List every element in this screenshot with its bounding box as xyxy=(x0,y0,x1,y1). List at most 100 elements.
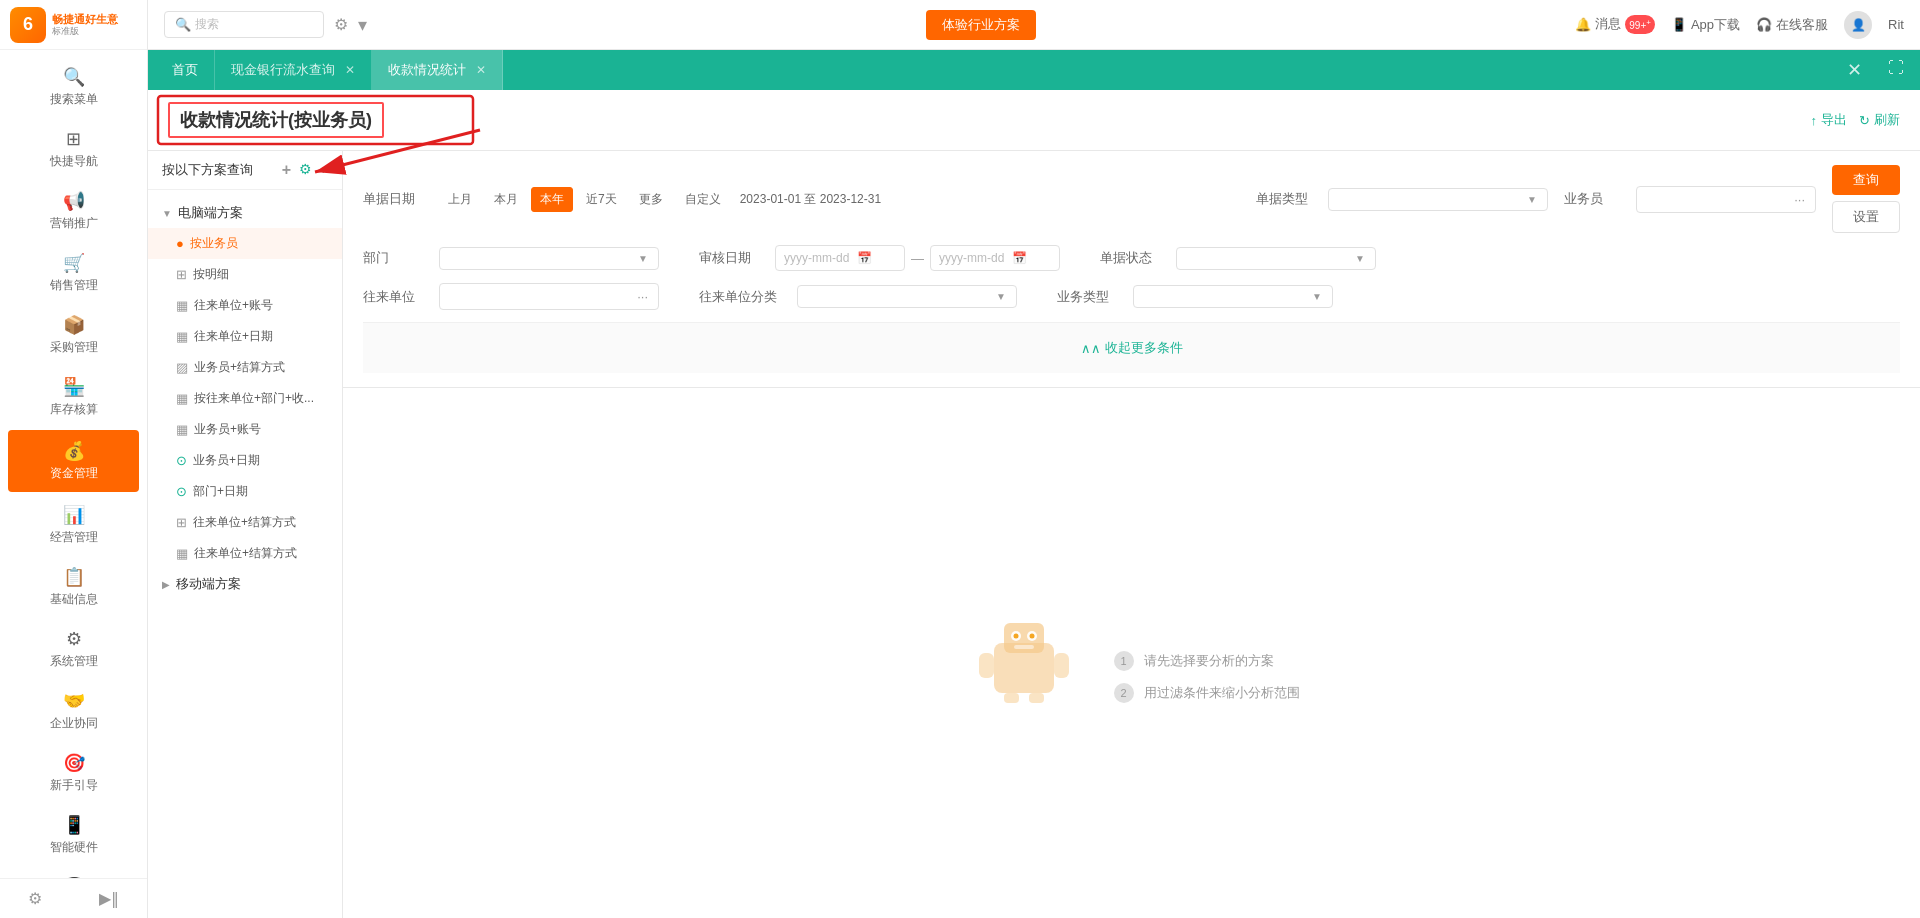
tree-item-by-salesman[interactable]: ● 按业务员 xyxy=(148,228,342,259)
tree-group-arrow: ▼ xyxy=(162,208,172,219)
date-tab-more[interactable]: 更多 xyxy=(630,187,672,212)
review-date-from[interactable]: yyyy-mm-dd 📅 xyxy=(775,245,905,271)
business-type-select[interactable]: ▼ xyxy=(1133,285,1333,308)
collapse-footer-btn[interactable]: ▶‖ xyxy=(99,889,119,908)
tree-item-partner-account[interactable]: ▦ 往来单位+账号 xyxy=(148,290,342,321)
topbar-gear-icon[interactable]: ⚙ xyxy=(334,15,348,34)
setting-button[interactable]: 设置 xyxy=(1832,201,1900,233)
collapse-button[interactable]: ∧∧ 收起更多条件 xyxy=(1073,331,1191,365)
scheme-add-icon[interactable]: + xyxy=(282,161,291,179)
inventory-icon: 🏪 xyxy=(63,376,85,398)
query-buttons: 查询 设置 xyxy=(1832,165,1900,233)
step-2-num: 2 xyxy=(1114,683,1134,703)
filter-area: 单据日期 上月 本月 本年 近7天 更多 自定义 2023-01-01 至 20… xyxy=(343,151,1920,388)
salesman-select[interactable]: ··· xyxy=(1636,186,1816,213)
sidebar-item-system[interactable]: ⚙ 系统管理 xyxy=(0,618,147,680)
date-tab-last-month[interactable]: 上月 xyxy=(439,187,481,212)
trial-button[interactable]: 体验行业方案 xyxy=(926,10,1036,40)
sidebar-item-sales[interactable]: 🛒 销售管理 xyxy=(0,242,147,304)
headset-icon: 🎧 xyxy=(1756,17,1772,32)
sidebar-item-marketing[interactable]: 📢 营销推广 xyxy=(0,180,147,242)
scheme-panel: 按以下方案查询 + ⚙ « ▼ 电脑端方案 xyxy=(148,151,343,918)
bell-icon: 🔔 xyxy=(1575,17,1591,32)
tree-item-by-detail[interactable]: ⊞ 按明细 xyxy=(148,259,342,290)
settings-footer-btn[interactable]: ⚙ xyxy=(28,889,42,908)
sidebar-item-search[interactable]: 🔍 搜索菜单 xyxy=(0,56,147,118)
sidebar-item-guide[interactable]: 🎯 新手引导 xyxy=(0,742,147,804)
dept-date-icon: ⊙ xyxy=(176,484,187,499)
funds-icon: 💰 xyxy=(63,440,85,462)
messages-button[interactable]: 🔔 消息 99++ xyxy=(1575,15,1655,34)
voucher-status-select[interactable]: ▼ xyxy=(1176,247,1376,270)
scheme-collapse-icon[interactable]: « xyxy=(320,161,328,179)
tree-item-salesman-settlement[interactable]: ▨ 业务员+结算方式 xyxy=(148,352,342,383)
svg-point-4 xyxy=(1013,634,1018,639)
partner-category-select[interactable]: ▼ xyxy=(797,285,1017,308)
active-scheme-icon: ● xyxy=(176,236,184,251)
voucher-type-select[interactable]: ▼ xyxy=(1328,188,1548,211)
query-button[interactable]: 查询 xyxy=(1832,165,1900,195)
detail-icon: ⊞ xyxy=(176,267,187,282)
partner-label: 往来单位 xyxy=(363,288,419,306)
service-button[interactable]: 🎧 在线客服 xyxy=(1756,16,1828,34)
sidebar-item-wechat[interactable]: 💬 企业微信 xyxy=(0,866,147,878)
tree-item-partner-settlement1[interactable]: ⊞ 往来单位+结算方式 xyxy=(148,507,342,538)
tab-receipt-close[interactable]: ✕ xyxy=(476,63,486,77)
sidebar-item-quicknav[interactable]: ⊞ 快捷导航 xyxy=(0,118,147,180)
topbar-search-icon: 🔍 xyxy=(175,17,191,32)
date-tab-group: 上月 本月 本年 近7天 更多 自定义 2023-01-01 至 2023-12… xyxy=(439,187,881,212)
date-tab-custom[interactable]: 自定义 xyxy=(676,187,730,212)
username-label: Rit xyxy=(1888,17,1904,32)
sidebar-item-funds[interactable]: 💰 资金管理 xyxy=(8,430,139,492)
date-tab-this-year[interactable]: 本年 xyxy=(531,187,573,212)
quicknav-icon: ⊞ xyxy=(66,128,81,150)
sidebar-item-purchase[interactable]: 📦 采购管理 xyxy=(0,304,147,366)
tabbar-close-all-icon[interactable]: ✕ xyxy=(1839,59,1870,81)
sidebar-item-basic[interactable]: 📋 基础信息 xyxy=(0,556,147,618)
tree-item-salesman-date[interactable]: ⊙ 业务员+日期 xyxy=(148,445,342,476)
sidebar-item-inventory[interactable]: 🏪 库存核算 xyxy=(0,366,147,428)
tab-bank-close[interactable]: ✕ xyxy=(345,63,355,77)
partner-select[interactable]: ··· xyxy=(439,283,659,310)
tab-receipt[interactable]: 收款情况统计 ✕ xyxy=(372,50,503,90)
sidebar-item-hardware[interactable]: 📱 智能硬件 xyxy=(0,804,147,866)
collapse-row: ∧∧ 收起更多条件 xyxy=(363,322,1900,373)
tree-item-salesman-account[interactable]: ▦ 业务员+账号 xyxy=(148,414,342,445)
purchase-icon: 📦 xyxy=(63,314,85,336)
date-tab-last7[interactable]: 近7天 xyxy=(577,187,626,212)
scheme-settings-icon[interactable]: ⚙ xyxy=(299,161,312,179)
sidebar-item-enterprise[interactable]: 🤝 企业协同 xyxy=(0,680,147,742)
app-download-button[interactable]: 📱 App下载 xyxy=(1671,16,1740,34)
topbar-right: 🔔 消息 99++ 📱 App下载 🎧 在线客服 👤 Rit xyxy=(1575,11,1904,39)
refresh-button[interactable]: ↻ 刷新 xyxy=(1859,111,1900,129)
topbar-dropdown-icon[interactable]: ▾ xyxy=(358,14,367,36)
salesman-more-dots[interactable]: ··· xyxy=(1794,192,1805,207)
date-tab-this-month[interactable]: 本月 xyxy=(485,187,527,212)
tree-item-partner-dept[interactable]: ▦ 按往来单位+部门+收... xyxy=(148,383,342,414)
tab-home[interactable]: 首页 xyxy=(156,50,215,90)
sidebar-item-operations[interactable]: 📊 经营管理 xyxy=(0,494,147,556)
tabbar-right: ✕ ⛶ xyxy=(1839,59,1912,81)
svg-rect-6 xyxy=(1014,645,1034,649)
sidebar-logo: 6 畅捷通好生意 标准版 xyxy=(0,0,147,50)
system-icon: ⚙ xyxy=(66,628,82,650)
hardware-icon: 📱 xyxy=(63,814,85,836)
tabbar-expand-icon[interactable]: ⛶ xyxy=(1880,59,1912,81)
guide-icon: 🎯 xyxy=(63,752,85,774)
mobile-icon: 📱 xyxy=(1671,17,1687,32)
tree-item-partner-settlement2[interactable]: ▦ 往来单位+结算方式 xyxy=(148,538,342,569)
empty-steps: 1 请先选择要分析的方案 2 用过滤条件来缩小分析范围 xyxy=(1114,651,1300,703)
tree-item-dept-date[interactable]: ⊙ 部门+日期 xyxy=(148,476,342,507)
partner-more-dots[interactable]: ··· xyxy=(637,289,648,304)
salesman-settlement-icon: ▨ xyxy=(176,360,188,375)
dept-select[interactable]: ▼ xyxy=(439,247,659,270)
tree-group-desktop-header[interactable]: ▼ 电脑端方案 xyxy=(148,198,342,228)
export-button[interactable]: ↑ 导出 xyxy=(1811,111,1848,129)
review-date-to[interactable]: yyyy-mm-dd 📅 xyxy=(930,245,1060,271)
tree-item-partner-date[interactable]: ▦ 往来单位+日期 xyxy=(148,321,342,352)
topbar-search[interactable]: 🔍 搜索 xyxy=(164,11,324,38)
svg-point-5 xyxy=(1029,634,1034,639)
tree-group-mobile-header[interactable]: ▶ 移动端方案 xyxy=(148,569,342,599)
tab-bank[interactable]: 现金银行流水查询 ✕ xyxy=(215,50,372,90)
empty-step-2: 2 用过滤条件来缩小分析范围 xyxy=(1114,683,1300,703)
